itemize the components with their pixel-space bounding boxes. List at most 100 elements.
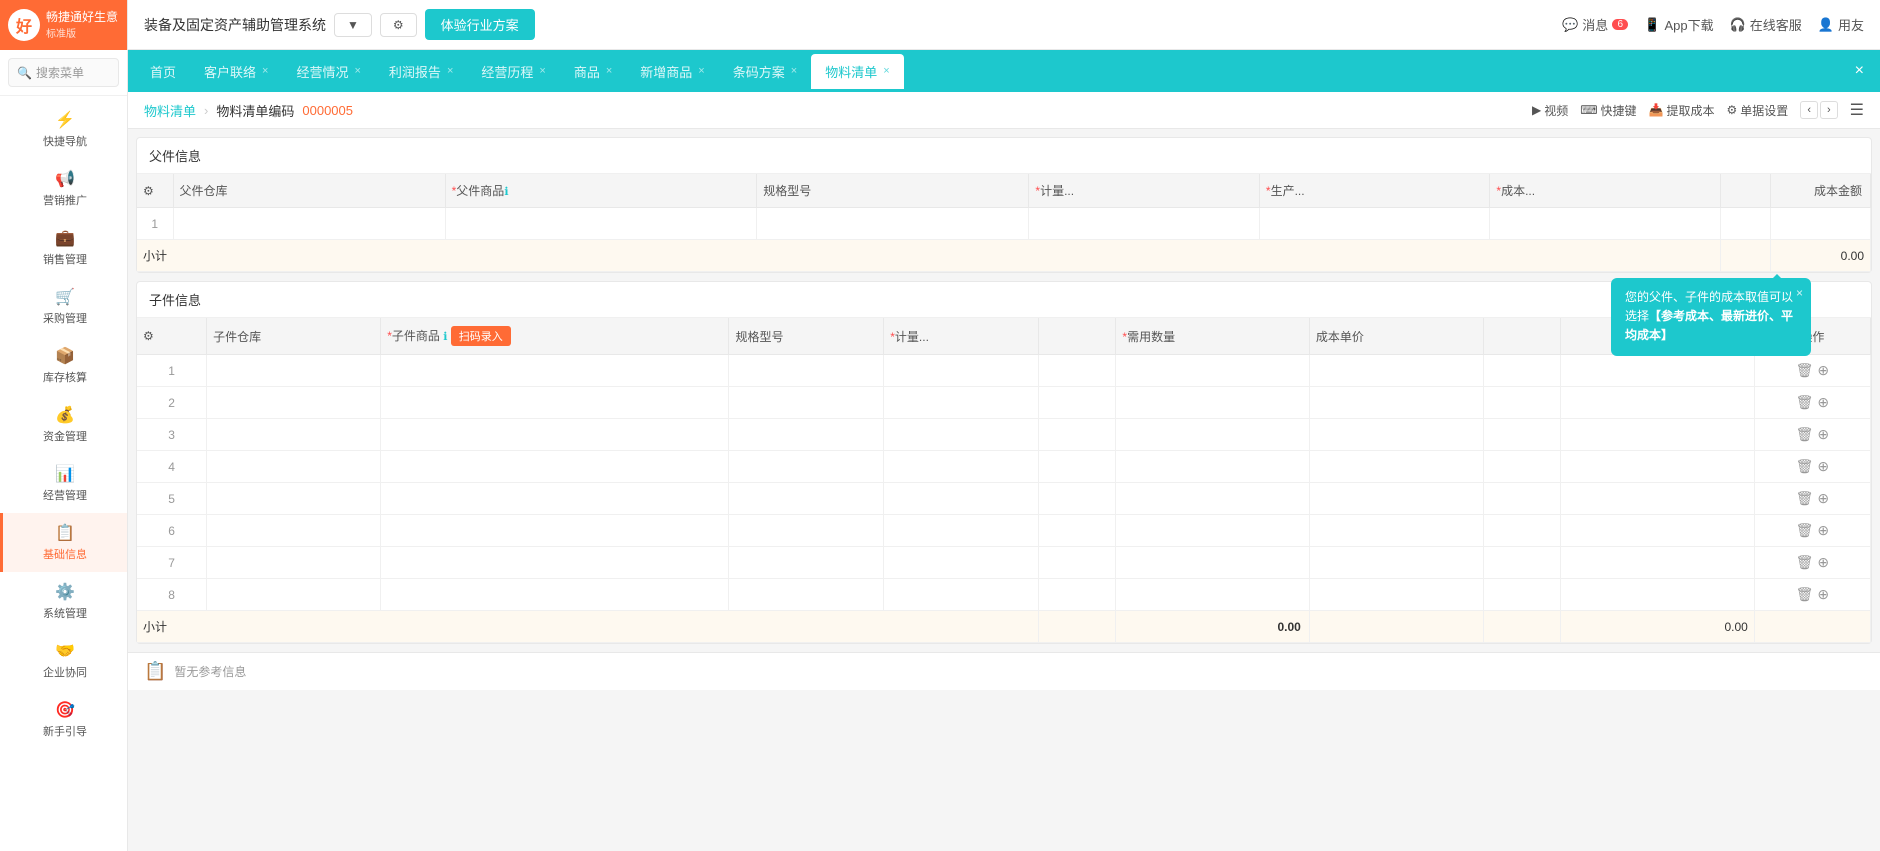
- video-action[interactable]: ▶ 视频: [1532, 102, 1568, 119]
- breadcrumb-parent[interactable]: 物料清单: [144, 101, 196, 120]
- user-menu[interactable]: 👤 用友: [1818, 15, 1864, 34]
- view-toggle-btn[interactable]: ☰: [1850, 100, 1864, 120]
- single-settings-action[interactable]: ⚙ 单据设置: [1727, 102, 1789, 119]
- message-btn[interactable]: 💬 消息 6: [1562, 15, 1628, 34]
- child-row-4-copy-btn[interactable]: ⊕: [1817, 458, 1829, 475]
- child-row-5: 5 🗑⊕: [137, 483, 1871, 515]
- parent-row-1-product[interactable]: [445, 208, 757, 240]
- tab-bom[interactable]: 物料清单 ×: [811, 54, 903, 89]
- child-row-3-copy-btn[interactable]: ⊕: [1817, 426, 1829, 443]
- child-row-4-delete-btn[interactable]: 🗑: [1796, 458, 1814, 475]
- tab-close-bom[interactable]: ×: [883, 65, 889, 77]
- child-row-2-copy-btn[interactable]: ⊕: [1817, 394, 1829, 411]
- sidebar-item-finance[interactable]: 💰 资金管理: [0, 395, 127, 454]
- tab-bar-close-btn[interactable]: ×: [1847, 58, 1872, 84]
- tab-close-customer[interactable]: ×: [262, 65, 268, 77]
- parent-col-spacer: [1721, 174, 1771, 208]
- parent-col-production: *生产...: [1259, 174, 1490, 208]
- settings-btn[interactable]: ⚙: [380, 13, 417, 37]
- sidebar-item-collaboration[interactable]: 🤝 企业协同: [0, 631, 127, 690]
- child-row-5-copy-btn[interactable]: ⊕: [1817, 490, 1829, 507]
- trial-button[interactable]: 体验行业方案: [425, 9, 535, 40]
- child-row-6-copy-btn[interactable]: ⊕: [1817, 522, 1829, 539]
- tab-history[interactable]: 经营历程 ×: [467, 54, 559, 89]
- parent-row-1-cost[interactable]: [1490, 208, 1721, 240]
- child-row-6: 6 🗑⊕: [137, 515, 1871, 547]
- child-row-1-unit[interactable]: [884, 355, 1039, 387]
- tab-home[interactable]: 首页: [136, 54, 190, 89]
- parent-row-1-production[interactable]: [1259, 208, 1490, 240]
- keyboard-icon: ⌨: [1580, 103, 1597, 117]
- parent-row-1-unit[interactable]: [1029, 208, 1260, 240]
- user-avatar-icon: 👤: [1818, 17, 1834, 33]
- tab-close-barcode[interactable]: ×: [791, 65, 797, 77]
- parent-row-1-warehouse[interactable]: [173, 208, 445, 240]
- basic-info-icon: 📋: [55, 523, 75, 543]
- scan-input-btn[interactable]: 扫码录入: [451, 326, 511, 346]
- parent-row-1-spec[interactable]: [757, 208, 1029, 240]
- nav-prev-btn[interactable]: ‹: [1800, 101, 1818, 119]
- child-row-6-delete-btn[interactable]: 🗑: [1796, 522, 1814, 539]
- app-download-btn[interactable]: 📱 App下载: [1644, 15, 1713, 34]
- sidebar-item-marketing[interactable]: 📢 营销推广: [0, 159, 127, 218]
- dropdown-btn[interactable]: ▼: [334, 13, 372, 37]
- sidebar-item-inventory[interactable]: 📦 库存核算: [0, 336, 127, 395]
- child-row-2-delete-btn[interactable]: 🗑: [1796, 394, 1814, 411]
- sidebar-item-sales[interactable]: 💼 销售管理: [0, 218, 127, 277]
- marketing-icon: 📢: [55, 169, 75, 189]
- logo-text: 畅捷通好生意: [46, 10, 118, 26]
- child-row-3: 3 🗑⊕: [137, 419, 1871, 451]
- child-subtotal-amount: 0.00: [1561, 611, 1754, 643]
- header-left: 装备及固定资产辅助管理系统 ▼ ⚙ 体验行业方案: [144, 9, 535, 40]
- nav-next-btn[interactable]: ›: [1820, 101, 1838, 119]
- child-row-1-product[interactable]: [381, 355, 729, 387]
- tab-close-operations[interactable]: ×: [354, 65, 360, 77]
- sidebar-item-quick-nav[interactable]: ⚡ 快捷导航: [0, 100, 127, 159]
- child-row-1-unit-cost[interactable]: [1309, 355, 1483, 387]
- tab-profit[interactable]: 利润报告 ×: [375, 54, 467, 89]
- child-row-1-warehouse[interactable]: [207, 355, 381, 387]
- search-menu-button[interactable]: 🔍 搜索菜单: [8, 58, 119, 87]
- child-row-1-delete-btn[interactable]: 🗑: [1796, 362, 1814, 379]
- sidebar-item-system[interactable]: ⚙️ 系统管理: [0, 572, 127, 631]
- tab-new-product[interactable]: 新增商品 ×: [626, 54, 718, 89]
- child-row-1-spec[interactable]: [729, 355, 884, 387]
- child-info-icon[interactable]: ℹ: [443, 331, 447, 343]
- tooltip-highlight: 【参考成本、最新进价、平均成本】: [1625, 309, 1793, 342]
- tab-close-profit[interactable]: ×: [447, 65, 453, 77]
- online-support-btn[interactable]: 🎧 在线客服: [1730, 15, 1802, 34]
- extract-cost-action[interactable]: 📥 提取成本: [1649, 102, 1715, 119]
- child-col-spacer: [1039, 318, 1116, 355]
- operations-icon: 📊: [55, 464, 75, 484]
- tab-close-new-product[interactable]: ×: [698, 65, 704, 77]
- parent-col-spec: 规格型号: [757, 174, 1029, 208]
- sidebar-search: 🔍 搜索菜单: [0, 50, 127, 96]
- sidebar-item-basic-info[interactable]: 📋 基础信息: [0, 513, 127, 572]
- child-row-8-delete-btn[interactable]: 🗑: [1796, 586, 1814, 603]
- child-row-8-copy-btn[interactable]: ⊕: [1817, 586, 1829, 603]
- tooltip-close-btn[interactable]: ×: [1796, 284, 1803, 303]
- parent-info-icon[interactable]: ℹ: [504, 186, 508, 198]
- bottom-bar: 📋 暂无参考信息: [128, 652, 1880, 690]
- child-row-1-qty[interactable]: [1116, 355, 1309, 387]
- child-row-3-delete-btn[interactable]: 🗑: [1796, 426, 1814, 443]
- sidebar-item-purchase[interactable]: 🛒 采购管理: [0, 277, 127, 336]
- child-row-1-copy-btn[interactable]: ⊕: [1817, 362, 1829, 379]
- guide-icon: 🎯: [55, 700, 75, 720]
- child-row-8: 8 🗑⊕: [137, 579, 1871, 611]
- tab-barcode[interactable]: 条码方案 ×: [719, 54, 811, 89]
- header-right: 💬 消息 6 📱 App下载 🎧 在线客服 👤 用友: [1562, 15, 1864, 34]
- sidebar-item-guide[interactable]: 🎯 新手引导: [0, 690, 127, 749]
- tab-close-products[interactable]: ×: [606, 65, 612, 77]
- shortcut-action[interactable]: ⌨ 快捷键: [1580, 102, 1636, 119]
- tab-close-history[interactable]: ×: [539, 65, 545, 77]
- sidebar-item-operations[interactable]: 📊 经营管理: [0, 454, 127, 513]
- logo-sub: 标准版: [46, 25, 118, 40]
- tab-customer[interactable]: 客户联络 ×: [190, 54, 282, 89]
- bottom-icon: 📋: [144, 661, 166, 682]
- tab-operations[interactable]: 经营情况 ×: [282, 54, 374, 89]
- child-row-7-copy-btn[interactable]: ⊕: [1817, 554, 1829, 571]
- child-row-7-delete-btn[interactable]: 🗑: [1796, 554, 1814, 571]
- tab-products[interactable]: 商品 ×: [560, 54, 626, 89]
- child-row-5-delete-btn[interactable]: 🗑: [1796, 490, 1814, 507]
